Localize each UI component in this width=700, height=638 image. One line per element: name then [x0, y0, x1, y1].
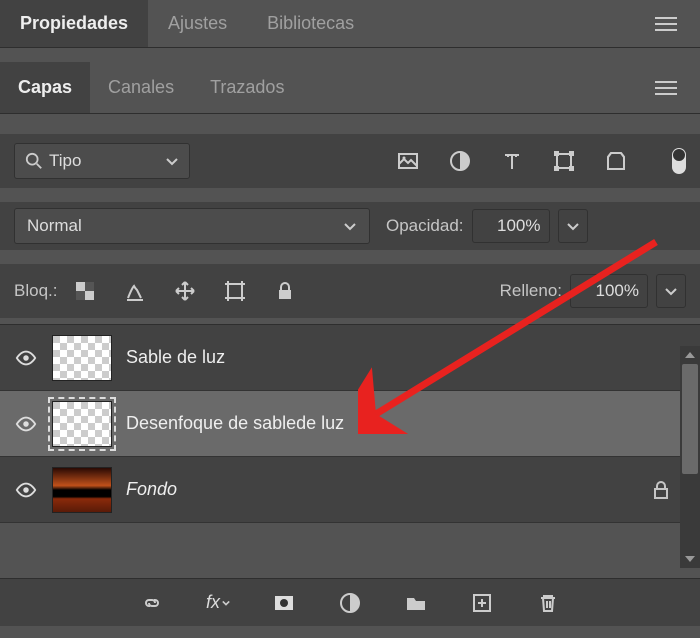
delete-layer-icon[interactable] — [530, 585, 566, 621]
fill-input[interactable]: 100% — [570, 274, 648, 308]
layers-menu-icon[interactable] — [646, 68, 686, 108]
add-mask-icon[interactable] — [266, 585, 302, 621]
opacity-label: Opacidad: — [386, 216, 464, 236]
opacity-value: 100% — [497, 216, 540, 236]
chevron-down-icon — [664, 284, 678, 298]
visibility-icon — [15, 413, 37, 435]
layer-effects-icon[interactable]: fx — [200, 585, 236, 621]
filter-shape-icon[interactable] — [546, 143, 582, 179]
chevron-down-icon — [165, 154, 179, 168]
visibility-icon — [15, 479, 37, 501]
toggle-visibility-button[interactable] — [0, 479, 52, 501]
chevron-down-icon — [343, 219, 357, 233]
panel-menu-icon[interactable] — [646, 4, 686, 44]
new-group-icon[interactable] — [398, 585, 434, 621]
scroll-up-icon[interactable] — [684, 349, 696, 361]
chevron-down-icon — [566, 219, 580, 233]
layer-list: Sable de luz Desenfoque de sablede luz Fon… — [0, 324, 700, 523]
toggle-visibility-button[interactable] — [0, 347, 52, 369]
tab-libraries[interactable]: Bibliotecas — [247, 0, 374, 47]
layer-thumbnail[interactable] — [52, 467, 112, 513]
lock-icon — [650, 479, 672, 501]
layer-thumbnail[interactable] — [52, 335, 112, 381]
layers-scrollbar[interactable] — [680, 346, 700, 568]
lock-all-icon[interactable] — [267, 273, 303, 309]
fill-value: 100% — [596, 281, 639, 301]
scrollbar-thumb[interactable] — [682, 364, 698, 474]
tab-paths[interactable]: Trazados — [192, 62, 302, 113]
layer-filter-dropdown[interactable]: Tipo — [14, 143, 190, 179]
opacity-dropdown-button[interactable] — [558, 209, 588, 243]
filter-type-icon[interactable] — [494, 143, 530, 179]
lock-position-icon[interactable] — [167, 273, 203, 309]
fill-dropdown-button[interactable] — [656, 274, 686, 308]
tab-layers[interactable]: Capas — [0, 62, 90, 113]
filter-adjustment-icon[interactable] — [442, 143, 478, 179]
blend-mode-value: Normal — [27, 216, 343, 236]
layer-thumbnail[interactable] — [52, 401, 112, 447]
layer-name[interactable]: Desenfoque de sablede luz — [126, 413, 344, 434]
search-icon — [25, 152, 43, 170]
layer-row[interactable]: Fondo — [0, 457, 700, 523]
tab-adjustments[interactable]: Ajustes — [148, 0, 247, 47]
layer-lock-indicator — [650, 479, 672, 501]
opacity-input[interactable]: 100% — [472, 209, 550, 243]
layer-row[interactable]: Desenfoque de sablede luz — [0, 391, 700, 457]
tab-properties[interactable]: Propiedades — [0, 0, 148, 47]
layer-name[interactable]: Sable de luz — [126, 347, 225, 368]
toggle-visibility-button[interactable] — [0, 413, 52, 435]
fill-label: Relleno: — [500, 281, 562, 301]
lock-label: Bloq.: — [14, 281, 57, 301]
lock-artboard-icon[interactable] — [217, 273, 253, 309]
link-layers-icon[interactable] — [134, 585, 170, 621]
lock-image-icon[interactable] — [117, 273, 153, 309]
filter-pixel-icon[interactable] — [390, 143, 426, 179]
tab-channels[interactable]: Canales — [90, 62, 192, 113]
blend-mode-dropdown[interactable]: Normal — [14, 208, 370, 244]
lock-transparency-icon[interactable] — [67, 273, 103, 309]
filter-toggle[interactable] — [672, 148, 686, 174]
scroll-down-icon[interactable] — [684, 553, 696, 565]
visibility-icon — [15, 347, 37, 369]
layer-row[interactable]: Sable de luz — [0, 325, 700, 391]
filter-smartobject-icon[interactable] — [598, 143, 634, 179]
new-adjustment-layer-icon[interactable] — [332, 585, 368, 621]
new-layer-icon[interactable] — [464, 585, 500, 621]
layer-filter-label: Tipo — [49, 151, 165, 171]
layer-name[interactable]: Fondo — [126, 479, 177, 500]
